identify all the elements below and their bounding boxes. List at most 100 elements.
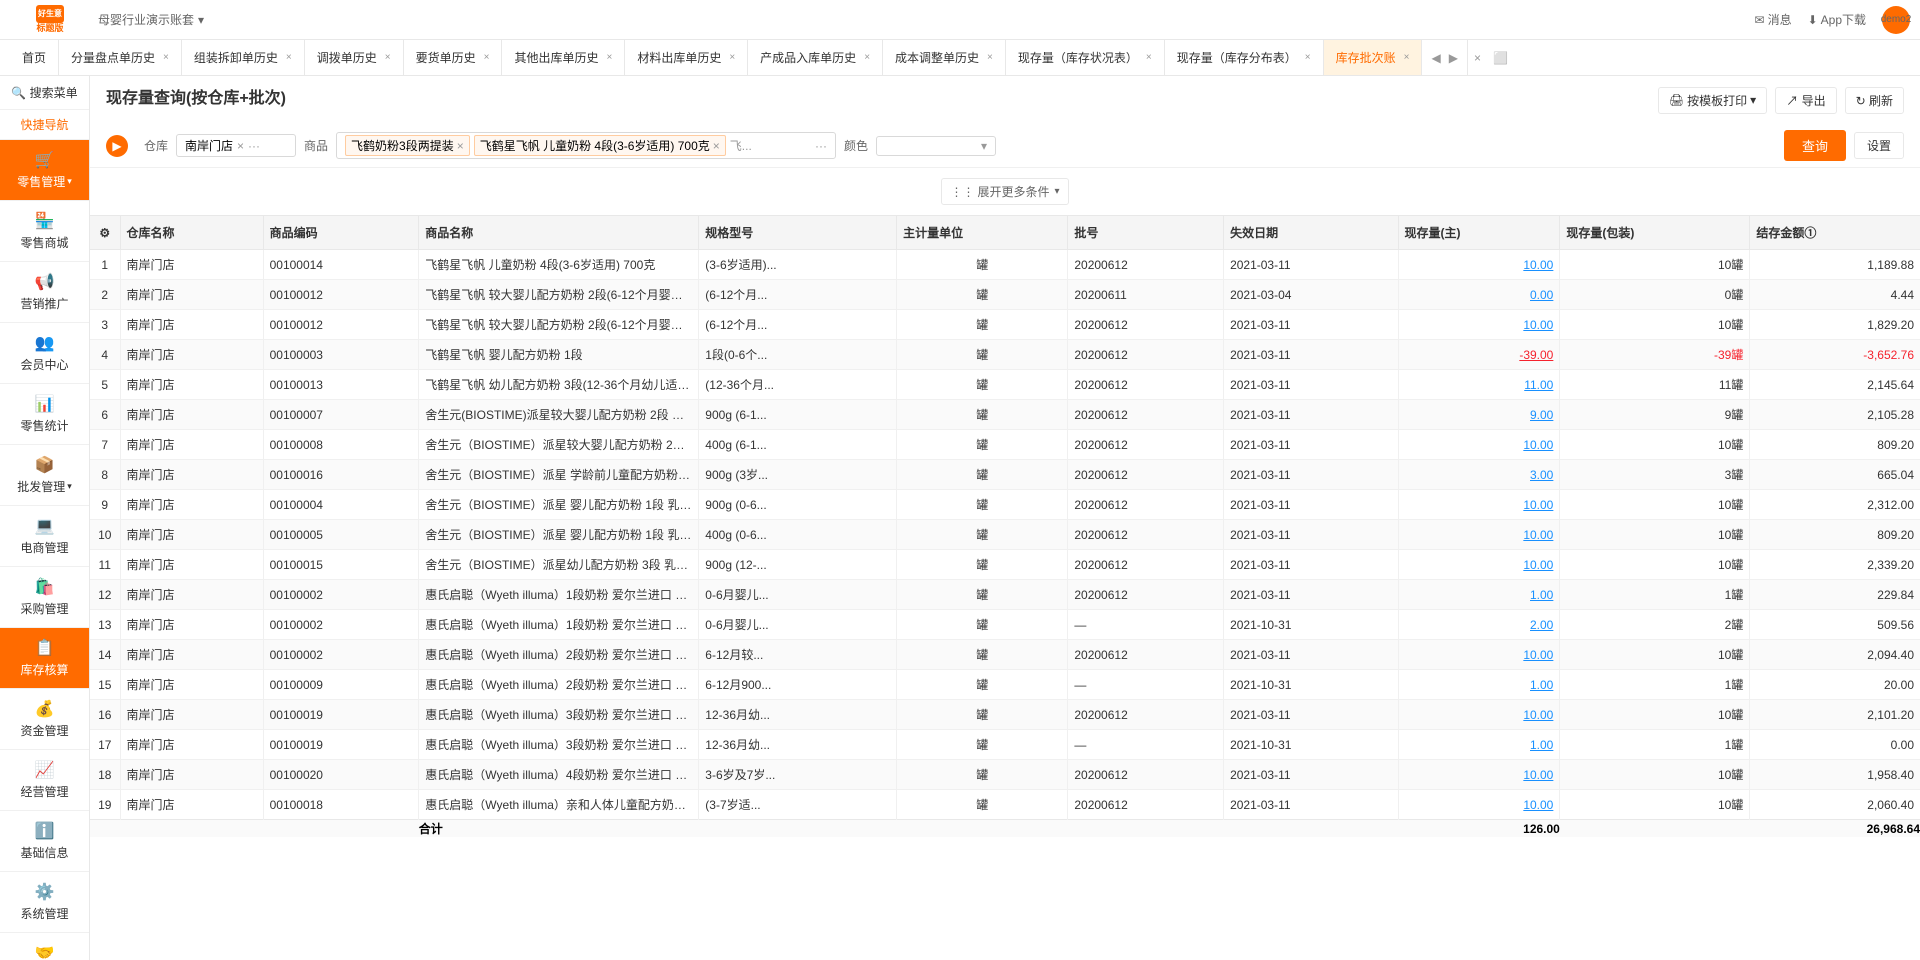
sidebar-item-members[interactable]: 👥 会员中心	[0, 323, 89, 384]
td-qty-main[interactable]: 10.00	[1398, 310, 1560, 340]
td-warehouse: 南岸门店	[120, 310, 263, 340]
sidebar-item-marketing[interactable]: 📢 营销推广	[0, 262, 89, 323]
close-icon[interactable]: ×	[286, 52, 292, 63]
collapse-filter-btn[interactable]: ▶	[106, 135, 128, 157]
td-qty-main[interactable]: 2.00	[1398, 610, 1560, 640]
td-qty-main[interactable]: 1.00	[1398, 580, 1560, 610]
nav-prev-icon[interactable]: ◀	[1428, 49, 1443, 67]
refresh-btn[interactable]: ↻ 刷新	[1845, 87, 1904, 114]
sidebar-search[interactable]: 🔍 搜索菜单	[0, 76, 89, 110]
td-spec: (3-7岁适...	[699, 790, 897, 820]
td-batch: 20200612	[1068, 640, 1224, 670]
table-row: 18 南岸门店 00100020 惠氏启聪（Wyeth illuma）4段奶粉 …	[90, 760, 1920, 790]
industry-selector[interactable]: 母婴行业演示账套 ▾	[98, 11, 1747, 28]
sidebar-item-inventory[interactable]: 📋 库存核算	[0, 628, 89, 689]
td-batch: 20200612	[1068, 340, 1224, 370]
th-settings[interactable]: ⚙	[90, 216, 120, 250]
sidebar-item-system[interactable]: ⚙️ 系统管理	[0, 872, 89, 933]
td-no: 6	[90, 400, 120, 430]
tab-9[interactable]: 现存量（库存状况表） ×	[1006, 40, 1165, 75]
close-icon[interactable]: ×	[1305, 52, 1311, 63]
close-icon[interactable]: ×	[729, 52, 735, 63]
td-code: 00100002	[263, 580, 419, 610]
close-icon[interactable]: ×	[1404, 52, 1410, 63]
td-qty-main[interactable]: 3.00	[1398, 460, 1560, 490]
td-qty-main[interactable]: 11.00	[1398, 370, 1560, 400]
tab-10[interactable]: 现存量（库存分布表） ×	[1165, 40, 1324, 75]
tab-1[interactable]: 分量盘点单历史 ×	[59, 40, 182, 75]
close-icon[interactable]: ×	[484, 52, 490, 63]
export-btn[interactable]: ↗ 导出	[1775, 87, 1836, 114]
nav-next-icon[interactable]: ▶	[1446, 49, 1461, 67]
td-qty-main[interactable]: 10.00	[1398, 250, 1560, 280]
td-qty-main[interactable]: 10.00	[1398, 430, 1560, 460]
avatar[interactable]: demo2	[1882, 6, 1910, 34]
close-icon[interactable]: ×	[1146, 52, 1152, 63]
total-balance: 26,968.64	[1750, 820, 1920, 838]
more-warehouses-icon[interactable]: ···	[248, 139, 260, 153]
td-qty-main[interactable]: 9.00	[1398, 400, 1560, 430]
td-expire: 2021-03-04	[1224, 280, 1398, 310]
tab-6[interactable]: 材料出库单历史 ×	[625, 40, 748, 75]
tab-7[interactable]: 产成品入库单历史 ×	[748, 40, 883, 75]
td-qty-main[interactable]: 1.00	[1398, 730, 1560, 760]
td-qty-main[interactable]: 10.00	[1398, 640, 1560, 670]
query-btn[interactable]: 查询	[1784, 130, 1846, 161]
tab-8[interactable]: 成本调整单历史 ×	[883, 40, 1006, 75]
messages-btn[interactable]: ✉ 消息	[1755, 11, 1792, 28]
close-icon[interactable]: ×	[606, 52, 612, 63]
color-filter[interactable]: ▾	[876, 136, 996, 156]
td-qty-main[interactable]: -39.00	[1398, 340, 1560, 370]
td-spec: 0-6月婴儿...	[699, 610, 897, 640]
td-qty-main[interactable]: 0.00	[1398, 280, 1560, 310]
tab-3[interactable]: 调拨单历史 ×	[305, 40, 404, 75]
close-product2-icon[interactable]: ×	[713, 139, 720, 153]
td-qty-pack: 10罐	[1560, 700, 1750, 730]
td-unit: 罐	[897, 340, 1068, 370]
more-products-icon[interactable]: ···	[815, 139, 827, 153]
td-qty-main[interactable]: 10.00	[1398, 790, 1560, 820]
td-qty-main[interactable]: 10.00	[1398, 520, 1560, 550]
sidebar-item-retail-mall[interactable]: 🏪 零售商城	[0, 201, 89, 262]
sidebar-item-basic-info[interactable]: ℹ️ 基础信息	[0, 811, 89, 872]
close-icon[interactable]: ×	[987, 52, 993, 63]
td-no: 9	[90, 490, 120, 520]
maximize-icon[interactable]: ⬜	[1487, 40, 1514, 75]
close-icon[interactable]: ×	[385, 52, 391, 63]
td-spec: 900g (0-6...	[699, 490, 897, 520]
td-qty-main[interactable]: 10.00	[1398, 490, 1560, 520]
sidebar-item-ecommerce[interactable]: 💻 电商管理	[0, 506, 89, 567]
close-warehouse-icon[interactable]: ×	[237, 139, 244, 153]
tab-11[interactable]: 库存批次账 ×	[1324, 40, 1423, 75]
td-qty-main[interactable]: 10.00	[1398, 700, 1560, 730]
app-download-btn[interactable]: ⬇ App下载	[1808, 11, 1866, 28]
tab-4[interactable]: 要货单历史 ×	[404, 40, 503, 75]
td-expire: 2021-03-11	[1224, 460, 1398, 490]
tab-5[interactable]: 其他出库单历史 ×	[502, 40, 625, 75]
td-qty-main[interactable]: 10.00	[1398, 550, 1560, 580]
print-btn[interactable]: 🖨 按模板打印 ▾	[1658, 87, 1767, 114]
sidebar-quick-nav[interactable]: 快捷导航	[0, 110, 89, 140]
close-icon[interactable]: ×	[163, 52, 169, 63]
sidebar-item-wholesale[interactable]: 📦 批发管理 ▾	[0, 445, 89, 506]
td-qty-main[interactable]: 1.00	[1398, 670, 1560, 700]
close-icon[interactable]: ×	[864, 52, 870, 63]
td-warehouse: 南岸门店	[120, 730, 263, 760]
refresh-icon: ↻	[1856, 94, 1866, 108]
td-qty-main[interactable]: 10.00	[1398, 760, 1560, 790]
expand-more-btn[interactable]: ⋮⋮ 展开更多条件 ▾	[941, 178, 1068, 205]
td-expire: 2021-03-11	[1224, 490, 1398, 520]
sidebar-item-purchase[interactable]: 🛍️ 采购管理	[0, 567, 89, 628]
sidebar-item-operations[interactable]: 📈 经营管理	[0, 750, 89, 811]
td-qty-pack: 10罐	[1560, 310, 1750, 340]
sidebar-item-finance[interactable]: 💰 资金管理	[0, 689, 89, 750]
table-container[interactable]: ⚙ 仓库名称 商品编码 商品名称 规格型号 主计量单位 批号 失效日期 现存量(…	[90, 216, 1920, 960]
tab-2[interactable]: 组装拆卸单历史 ×	[182, 40, 305, 75]
tab-home[interactable]: 首页	[10, 40, 59, 75]
sidebar-item-retail-management[interactable]: 🛒 零售管理 ▾	[0, 140, 89, 201]
sidebar-item-retail-stats[interactable]: 📊 零售统计	[0, 384, 89, 445]
close-product1-icon[interactable]: ×	[457, 139, 464, 153]
sidebar-item-enterprise-collab[interactable]: 🤝 企业协同	[0, 933, 89, 960]
settings-btn[interactable]: 设置	[1854, 132, 1904, 159]
close-all-btn[interactable]: ×	[1468, 40, 1487, 75]
